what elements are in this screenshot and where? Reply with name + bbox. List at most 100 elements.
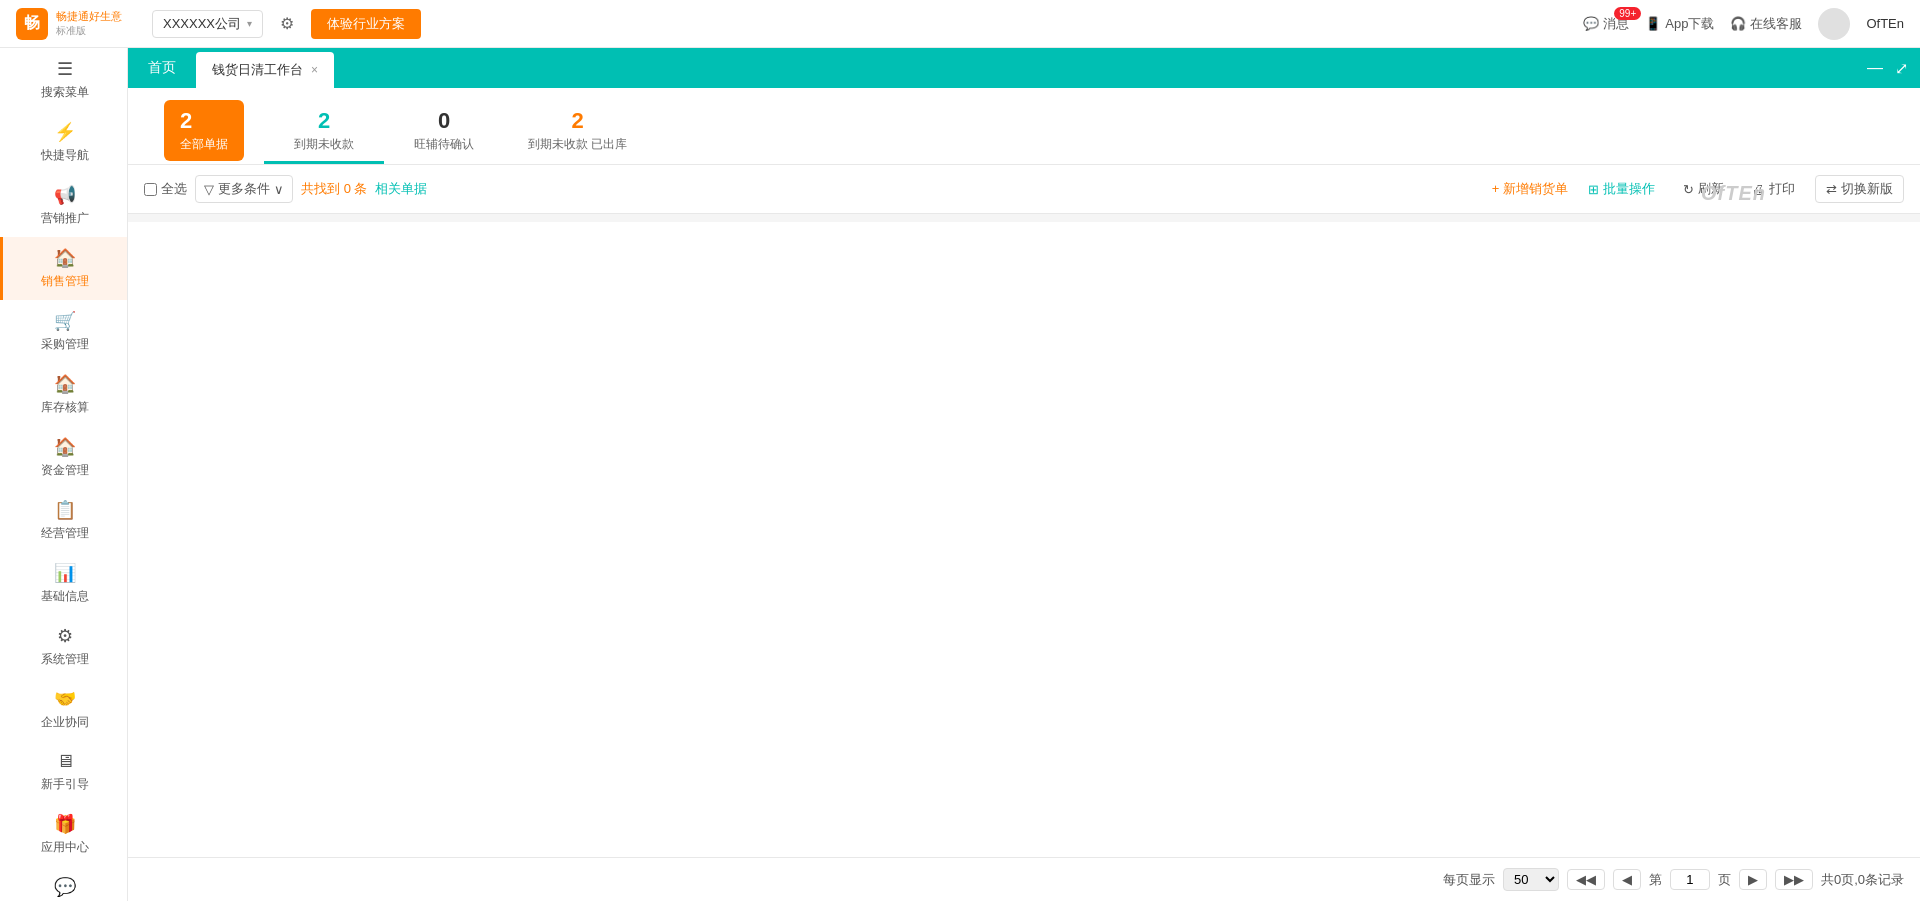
app-download-item[interactable]: 📱 App下载 (1645, 15, 1714, 33)
per-page-label: 每页显示 (1443, 871, 1495, 889)
filter-label: 更多条件 (218, 180, 270, 198)
sidebar-item-label: 库存核算 (41, 399, 89, 416)
stats-tab-all-inner: 2 全部单据 (164, 100, 244, 161)
sidebar-item-marketing[interactable]: 📢 营销推广 (0, 174, 127, 237)
company-selector[interactable]: XXXXXX公司 ▾ (152, 10, 263, 38)
enterprise-icon: 🤝 (54, 688, 76, 710)
tab-bar-actions: — ⤢ (1863, 55, 1920, 82)
sidebar-item-label: 基础信息 (41, 588, 89, 605)
headset-icon: 🎧 (1730, 16, 1746, 31)
logo-area: 畅 畅捷通好生意 标准版 (16, 8, 144, 40)
avatar[interactable] (1818, 8, 1850, 40)
sidebar-item-inventory[interactable]: 🏠 库存核算 (0, 363, 127, 426)
sidebar-item-system[interactable]: ⚙ 系统管理 (0, 615, 127, 678)
sidebar-item-enterprise[interactable]: 🤝 企业协同 (0, 678, 127, 741)
last-page-button[interactable]: ▶▶ (1775, 869, 1813, 890)
sidebar-item-guide[interactable]: 🖥 新手引导 (0, 741, 127, 803)
refresh-button[interactable]: ↻ 刷新 (1675, 176, 1732, 202)
app-download-icon: 📱 (1645, 16, 1661, 31)
pagination-bar: 每页显示 50 100 200 ◀◀ ◀ 第 1 页 ▶ ▶▶ 共0页,0条记录 (128, 857, 1920, 901)
message-badge: 99+ (1614, 7, 1641, 20)
stats-tab-pending-count: 0 (438, 108, 450, 134)
new-order-button[interactable]: + 新增销货单 (1492, 180, 1568, 198)
next-page-button[interactable]: ▶ (1739, 869, 1767, 890)
sidebar-item-wechat[interactable]: 💬 企业微信 (0, 866, 127, 901)
refresh-icon: ↻ (1683, 182, 1694, 197)
sidebar-item-basic-info[interactable]: 📊 基础信息 (0, 552, 127, 615)
sidebar-item-label: 企业协同 (41, 714, 89, 731)
per-page-select[interactable]: 50 100 200 (1503, 868, 1559, 891)
stats-tabs: 2 全部单据 2 到期未收款 0 旺辅待确认 2 到期未收款 已出库 (128, 88, 1920, 165)
batch-operation-button[interactable]: ⊞ 批量操作 (1580, 176, 1663, 202)
tab-minimize-button[interactable]: — (1863, 55, 1887, 81)
page-suffix: 页 (1718, 871, 1731, 889)
stats-tab-all[interactable]: 2 全部单据 (144, 100, 264, 164)
batch-icon: ⊞ (1588, 182, 1599, 197)
avatar-name[interactable]: OfTEn (1866, 16, 1904, 31)
company-name: XXXXXX公司 (163, 15, 241, 33)
stats-tab-pending[interactable]: 0 旺辅待确认 (384, 100, 504, 164)
sidebar-item-label: 营销推广 (41, 210, 89, 227)
top-header: 畅 畅捷通好生意 标准版 XXXXXX公司 ▾ ⚙ 体验行业方案 💬 消息 99… (0, 0, 1920, 48)
stats-tab-pending-label: 旺辅待确认 (414, 136, 474, 153)
sidebar-item-search-menu[interactable]: ☰ 搜索菜单 (0, 48, 127, 111)
stats-tab-overdue[interactable]: 2 到期未收款 (264, 100, 384, 164)
select-all-label: 全选 (161, 180, 187, 198)
sidebar-item-app-center[interactable]: 🎁 应用中心 (0, 803, 127, 866)
stats-tab-all-label: 全部单据 (180, 136, 228, 153)
sidebar-item-label: 系统管理 (41, 651, 89, 668)
trial-button[interactable]: 体验行业方案 (311, 9, 421, 39)
tab-maximize-button[interactable]: ⤢ (1891, 55, 1912, 82)
switch-icon: ⇄ (1826, 182, 1837, 197)
stats-tab-overdue-count: 2 (318, 108, 330, 134)
sidebar-item-quick-nav[interactable]: ⚡ 快捷导航 (0, 111, 127, 174)
sales-icon: 🏠 (54, 247, 76, 269)
sidebar-item-label: 新手引导 (41, 776, 89, 793)
filter-arrow-icon: ∨ (274, 182, 284, 197)
found-count-text: 共找到 0 条 (301, 180, 367, 198)
tab-home[interactable]: 首页 (128, 48, 196, 88)
select-all-checkbox[interactable] (144, 183, 157, 196)
logo-title: 畅捷通好生意 (56, 9, 122, 23)
message-icon: 💬 (1583, 16, 1599, 31)
switch-version-button[interactable]: ⇄ 切换新版 (1815, 175, 1904, 203)
filter-icon: ▽ (204, 182, 214, 197)
sidebar-item-purchase[interactable]: 🛒 采购管理 (0, 300, 127, 363)
print-label: 打印 (1769, 180, 1795, 198)
settings-icon[interactable]: ⚙ (271, 8, 303, 40)
sidebar-item-label: 采购管理 (41, 336, 89, 353)
more-filter-button[interactable]: ▽ 更多条件 ∨ (195, 175, 293, 203)
table-area (128, 222, 1920, 857)
main-layout: ☰ 搜索菜单 ⚡ 快捷导航 📢 营销推广 🏠 销售管理 🛒 采购管理 🏠 库存核… (0, 48, 1920, 901)
page-number-input[interactable]: 1 (1670, 869, 1710, 890)
sidebar-item-finance[interactable]: 🏠 资金管理 (0, 426, 127, 489)
basic-info-icon: 📊 (54, 562, 76, 584)
print-button[interactable]: 🖨 打印 (1744, 176, 1803, 202)
prev-page-button[interactable]: ◀ (1613, 869, 1641, 890)
print-icon: 🖨 (1752, 182, 1765, 197)
refresh-label: 刷新 (1698, 180, 1724, 198)
stats-tab-unshipped-count: 2 (572, 108, 584, 134)
stats-tab-unshipped[interactable]: 2 到期未收款 已出库 (504, 100, 651, 164)
purchase-icon: 🛒 (54, 310, 76, 332)
related-link[interactable]: 相关单据 (375, 180, 427, 198)
header-right: 💬 消息 99+ 📱 App下载 🎧 在线客服 OfTEn (1583, 8, 1904, 40)
sidebar-item-operations[interactable]: 📋 经营管理 (0, 489, 127, 552)
sidebar-item-label: 搜索菜单 (41, 84, 89, 101)
app-center-icon: 🎁 (54, 813, 76, 835)
system-icon: ⚙ (57, 625, 73, 647)
online-service-label: 在线客服 (1750, 15, 1802, 33)
marketing-icon: 📢 (54, 184, 76, 206)
sidebar-item-sales[interactable]: 🏠 销售管理 (0, 237, 127, 300)
stats-tab-unshipped-label: 到期未收款 已出库 (528, 136, 627, 153)
total-info: 共0页,0条记录 (1821, 871, 1904, 889)
message-item[interactable]: 💬 消息 99+ (1583, 15, 1629, 33)
found-count-number: 0 (344, 181, 351, 196)
sidebar: ☰ 搜索菜单 ⚡ 快捷导航 📢 营销推广 🏠 销售管理 🛒 采购管理 🏠 库存核… (0, 48, 128, 901)
online-service-item[interactable]: 🎧 在线客服 (1730, 15, 1802, 33)
tab-close-icon[interactable]: × (311, 63, 318, 77)
first-page-button[interactable]: ◀◀ (1567, 869, 1605, 890)
tab-active[interactable]: 钱货日清工作台 × (196, 52, 334, 88)
select-all-checkbox-label[interactable]: 全选 (144, 180, 187, 198)
guide-icon: 🖥 (56, 751, 74, 772)
